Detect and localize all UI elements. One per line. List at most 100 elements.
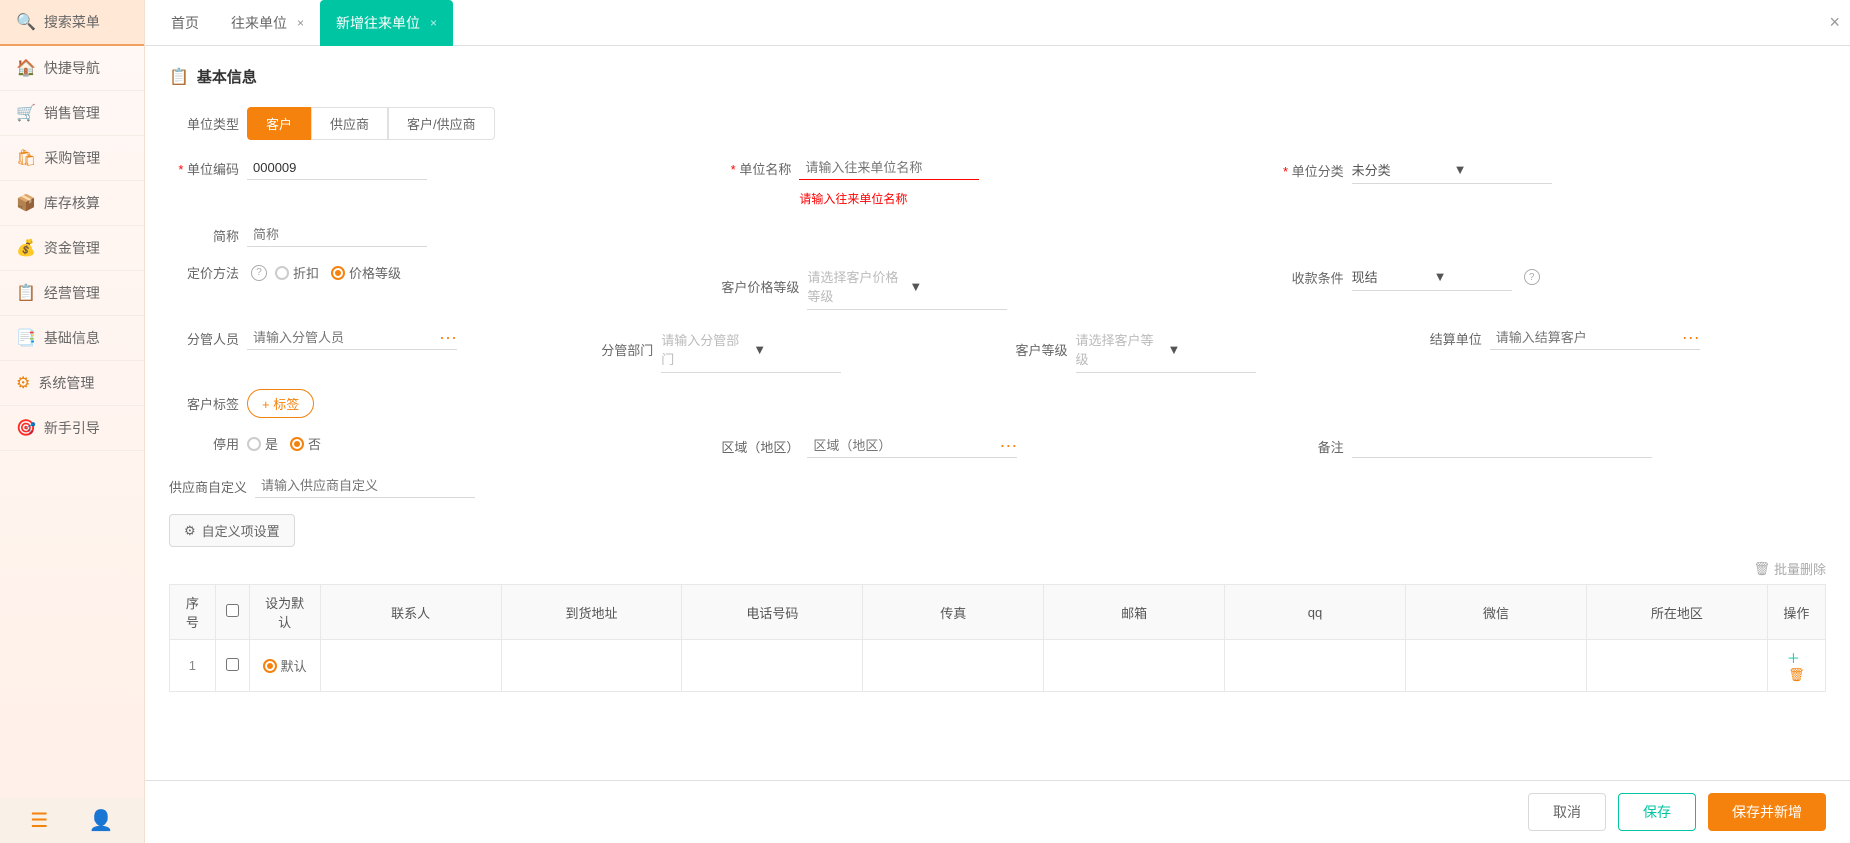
name-input[interactable] — [799, 156, 979, 180]
custom-settings-label: 自定义项设置 — [202, 521, 280, 540]
settlement-more-btn[interactable]: ··· — [1682, 327, 1700, 348]
qq-input[interactable] — [1235, 658, 1395, 673]
price-level-select[interactable]: 请选择客户价格等级 ▼ — [807, 263, 1007, 310]
row-address[interactable] — [501, 640, 682, 692]
row-checkbox[interactable] — [215, 640, 249, 692]
sidebar-item-guide[interactable]: 🎯 新手引导 — [0, 406, 144, 451]
radio-yes-circle — [247, 437, 261, 451]
payment-select[interactable]: 现结 ▼ — [1352, 263, 1512, 291]
radio-disabled-no[interactable]: 否 — [290, 434, 321, 453]
box-icon: 📦 — [16, 193, 36, 213]
btn-customer[interactable]: 客户 — [247, 107, 311, 140]
custom-settings-btn[interactable]: ⚙ 自定义项设置 — [169, 514, 295, 547]
disabled-label: 停用 — [169, 434, 239, 453]
row-delete-btn[interactable]: 🗑 — [1788, 667, 1805, 682]
region-more-btn[interactable]: ··· — [999, 435, 1017, 456]
category-dropdown-arrow: ▼ — [1454, 162, 1552, 177]
sidebar-item-purchase[interactable]: 🛍 采购管理 — [0, 136, 144, 181]
customer-level-field: 客户等级 请选择客户等级 ▼ — [998, 326, 1412, 373]
manager-input-wrap: ··· — [247, 326, 457, 350]
row-phone[interactable] — [682, 640, 863, 692]
name-error-msg: 请输入往来单位名称 — [799, 190, 907, 207]
dept-field: 分管部门 请输入分管部门 ▼ — [583, 326, 997, 373]
row-contact[interactable] — [320, 640, 501, 692]
tab-home[interactable]: 首页 — [155, 0, 215, 46]
supplier-custom-input[interactable] — [255, 474, 475, 498]
disabled-region-row: 停用 是 否 区域（地区） ··· — [169, 434, 1826, 458]
phone-input[interactable] — [692, 658, 852, 673]
customer-level-placeholder: 请选择客户等级 — [1076, 330, 1164, 368]
wechat-input[interactable] — [1416, 658, 1576, 673]
sidebar-item-basic[interactable]: 📑 基础信息 — [0, 316, 144, 361]
sidebar-item-inventory[interactable]: 📦 库存核算 — [0, 181, 144, 226]
tab-new-partner-close[interactable]: × — [430, 16, 437, 30]
col-default: 设为默认 — [249, 585, 320, 640]
note-field: 备注 — [1274, 434, 1826, 458]
email-input[interactable] — [1054, 658, 1214, 673]
tag-add-btn[interactable]: + 标签 — [247, 389, 314, 418]
short-name-input[interactable] — [247, 223, 427, 247]
col-address: 到货地址 — [501, 585, 682, 640]
radio-no-circle — [290, 437, 304, 451]
row-add-btn[interactable]: ＋ — [1787, 651, 1800, 666]
window-close-btn[interactable]: × — [1829, 12, 1840, 33]
save-new-btn[interactable]: 保存并新增 — [1708, 793, 1826, 831]
cart-icon: 🛒 — [16, 103, 36, 123]
sidebar-item-operation[interactable]: 📋 经营管理 — [0, 271, 144, 316]
payment-field: 收款条件 现结 ▼ ? — [1274, 263, 1826, 291]
supplier-custom-field: 供应商自定义 — [169, 474, 1826, 498]
customer-level-select[interactable]: 请选择客户等级 ▼ — [1076, 326, 1256, 373]
price-level-placeholder: 请选择客户价格等级 — [807, 267, 905, 305]
radio-disabled-yes[interactable]: 是 — [247, 434, 278, 453]
sidebar-item-label: 库存核算 — [44, 193, 100, 213]
payment-help-icon[interactable]: ? — [1524, 269, 1540, 285]
tab-partners-close[interactable]: × — [297, 16, 304, 30]
disabled-field: 停用 是 否 — [169, 434, 721, 453]
col-region: 所在地区 — [1586, 585, 1767, 640]
sidebar-item-finance[interactable]: 💰 资金管理 — [0, 226, 144, 271]
row-actions: ＋ 🗑 — [1767, 640, 1825, 692]
sidebar-expand-icon[interactable]: ☰ — [30, 808, 48, 833]
row-default-radio[interactable]: 默认 — [263, 656, 307, 675]
address-input[interactable] — [512, 658, 672, 673]
btn-supplier[interactable]: 供应商 — [311, 107, 388, 140]
tab-partners[interactable]: 往来单位 × — [215, 0, 320, 46]
note-input[interactable] — [1352, 434, 1652, 458]
row-qq[interactable] — [1225, 640, 1406, 692]
tab-new-partner[interactable]: 新增往来单位 × — [320, 0, 453, 46]
row-region[interactable] — [1586, 640, 1767, 692]
manager-input[interactable] — [247, 326, 435, 349]
main-area: 首页 往来单位 × 新增往来单位 × × 📋 基本信息 单位类型 客户 供应商 … — [145, 0, 1850, 843]
settlement-input[interactable] — [1490, 326, 1678, 349]
fax-input[interactable] — [873, 658, 1033, 673]
radio-price-level[interactable]: 价格等级 — [331, 263, 401, 282]
sidebar-item-system[interactable]: ⚙ 系统管理 — [0, 361, 144, 406]
batch-delete-label[interactable]: 批量删除 — [1774, 559, 1826, 578]
sidebar-item-sales[interactable]: 🛒 销售管理 — [0, 91, 144, 136]
region-input[interactable] — [807, 434, 995, 457]
save-btn[interactable]: 保存 — [1618, 793, 1696, 831]
pricing-help-icon[interactable]: ? — [251, 265, 267, 281]
price-level-field: 客户价格等级 请选择客户价格等级 ▼ — [721, 263, 1273, 310]
category-select[interactable]: 未分类 ▼ — [1352, 156, 1552, 184]
sidebar-item-search[interactable]: 🔍 搜索菜单 — [0, 0, 144, 46]
code-input[interactable] — [247, 156, 427, 180]
dept-label: 分管部门 — [583, 340, 653, 359]
row-select-checkbox[interactable] — [226, 658, 239, 671]
row-wechat[interactable] — [1406, 640, 1587, 692]
select-all-checkbox[interactable] — [226, 604, 239, 617]
contact-input[interactable] — [331, 658, 491, 673]
sidebar-user-icon[interactable]: 👤 — [89, 808, 114, 833]
cancel-btn[interactable]: 取消 — [1528, 793, 1606, 831]
btn-both[interactable]: 客户/供应商 — [388, 107, 495, 140]
region-table-input[interactable] — [1597, 658, 1757, 673]
sidebar-item-quick-nav[interactable]: 🏠 快捷导航 — [0, 46, 144, 91]
clipboard-icon: 📋 — [16, 283, 36, 303]
row-fax[interactable] — [863, 640, 1044, 692]
dept-select[interactable]: 请输入分管部门 ▼ — [661, 326, 841, 373]
manager-more-btn[interactable]: ··· — [439, 327, 457, 348]
row-email[interactable] — [1044, 640, 1225, 692]
sidebar-item-label: 新手引导 — [44, 418, 100, 438]
radio-discount[interactable]: 折扣 — [275, 263, 319, 282]
unit-type-field: 单位类型 客户 供应商 客户/供应商 — [169, 107, 1826, 140]
